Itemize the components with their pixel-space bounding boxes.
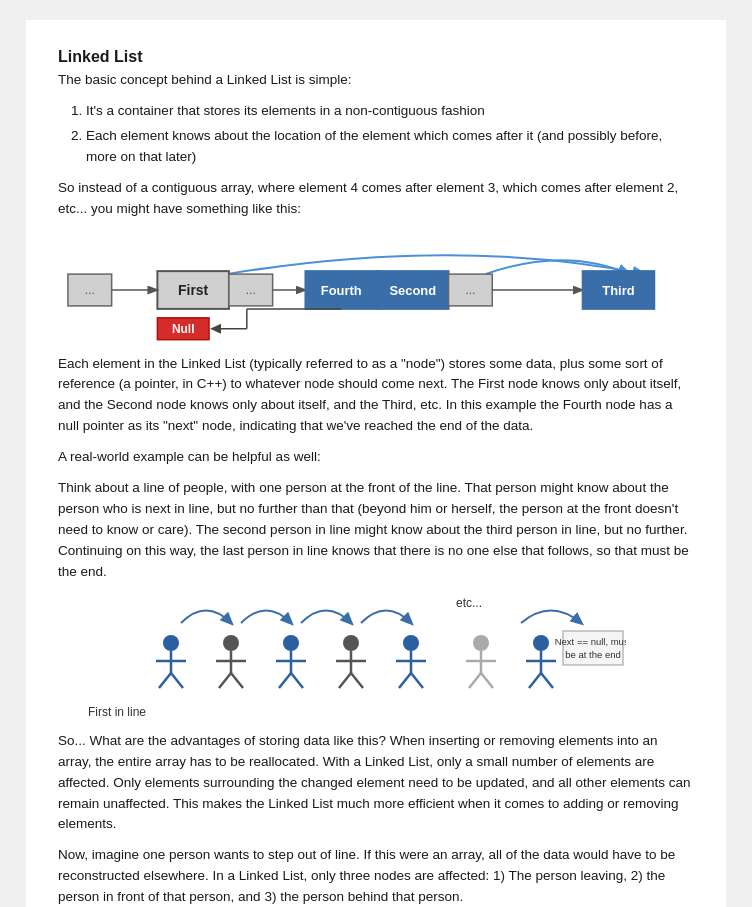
svg-point-41 — [343, 635, 359, 651]
list-item-1: It's a container that stores its element… — [86, 101, 694, 122]
svg-line-35 — [231, 673, 243, 688]
svg-line-49 — [399, 673, 411, 688]
svg-point-56 — [533, 635, 549, 651]
first-in-line-label: First in line — [88, 705, 146, 719]
paragraph1: So instead of a contiguous array, where … — [58, 178, 694, 220]
svg-line-59 — [529, 673, 541, 688]
svg-text:First: First — [178, 282, 209, 298]
intro-list: It's a container that stores its element… — [86, 101, 694, 168]
people-diagram: etc... — [58, 593, 694, 719]
svg-line-45 — [351, 673, 363, 688]
svg-line-60 — [541, 673, 553, 688]
svg-point-46 — [403, 635, 419, 651]
paragraph2: Each element in the Linked List (typical… — [58, 354, 694, 438]
svg-line-55 — [481, 673, 493, 688]
list-item-2: Each element knows about the location of… — [86, 126, 694, 168]
svg-line-39 — [279, 673, 291, 688]
svg-line-54 — [469, 673, 481, 688]
svg-line-50 — [411, 673, 423, 688]
diagram-svg: ... First ... Fourth Second ... — [58, 236, 694, 346]
svg-text:Next == null, must: Next == null, must — [555, 636, 626, 647]
svg-point-36 — [283, 635, 299, 651]
svg-text:...: ... — [465, 283, 475, 297]
svg-line-30 — [171, 673, 183, 688]
people-svg: etc... — [126, 593, 626, 703]
svg-point-51 — [473, 635, 489, 651]
paragraph4: Think about a line of people, with one p… — [58, 478, 694, 583]
page-container: Linked List The basic concept behind a L… — [26, 20, 726, 907]
svg-line-40 — [291, 673, 303, 688]
svg-text:Null: Null — [172, 321, 195, 335]
svg-text:...: ... — [85, 283, 95, 297]
svg-text:be at the end: be at the end — [565, 649, 620, 660]
linked-list-diagram: ... First ... Fourth Second ... — [58, 236, 694, 346]
svg-line-29 — [159, 673, 171, 688]
svg-point-31 — [223, 635, 239, 651]
paragraph3: A real-world example can be helpful as w… — [58, 447, 694, 468]
paragraph6: Now, imagine one person wants to step ou… — [58, 845, 694, 907]
intro-text: The basic concept behind a Linked List i… — [58, 70, 694, 91]
svg-point-26 — [163, 635, 179, 651]
svg-line-44 — [339, 673, 351, 688]
svg-line-34 — [219, 673, 231, 688]
svg-text:Fourth: Fourth — [321, 283, 362, 298]
svg-text:...: ... — [246, 283, 256, 297]
svg-text:etc...: etc... — [456, 596, 482, 610]
svg-text:Third: Third — [602, 283, 634, 298]
page-title: Linked List — [58, 48, 694, 66]
svg-marker-19 — [210, 323, 221, 333]
paragraph5: So... What are the advantages of storing… — [58, 731, 694, 836]
svg-text:Second: Second — [389, 283, 436, 298]
